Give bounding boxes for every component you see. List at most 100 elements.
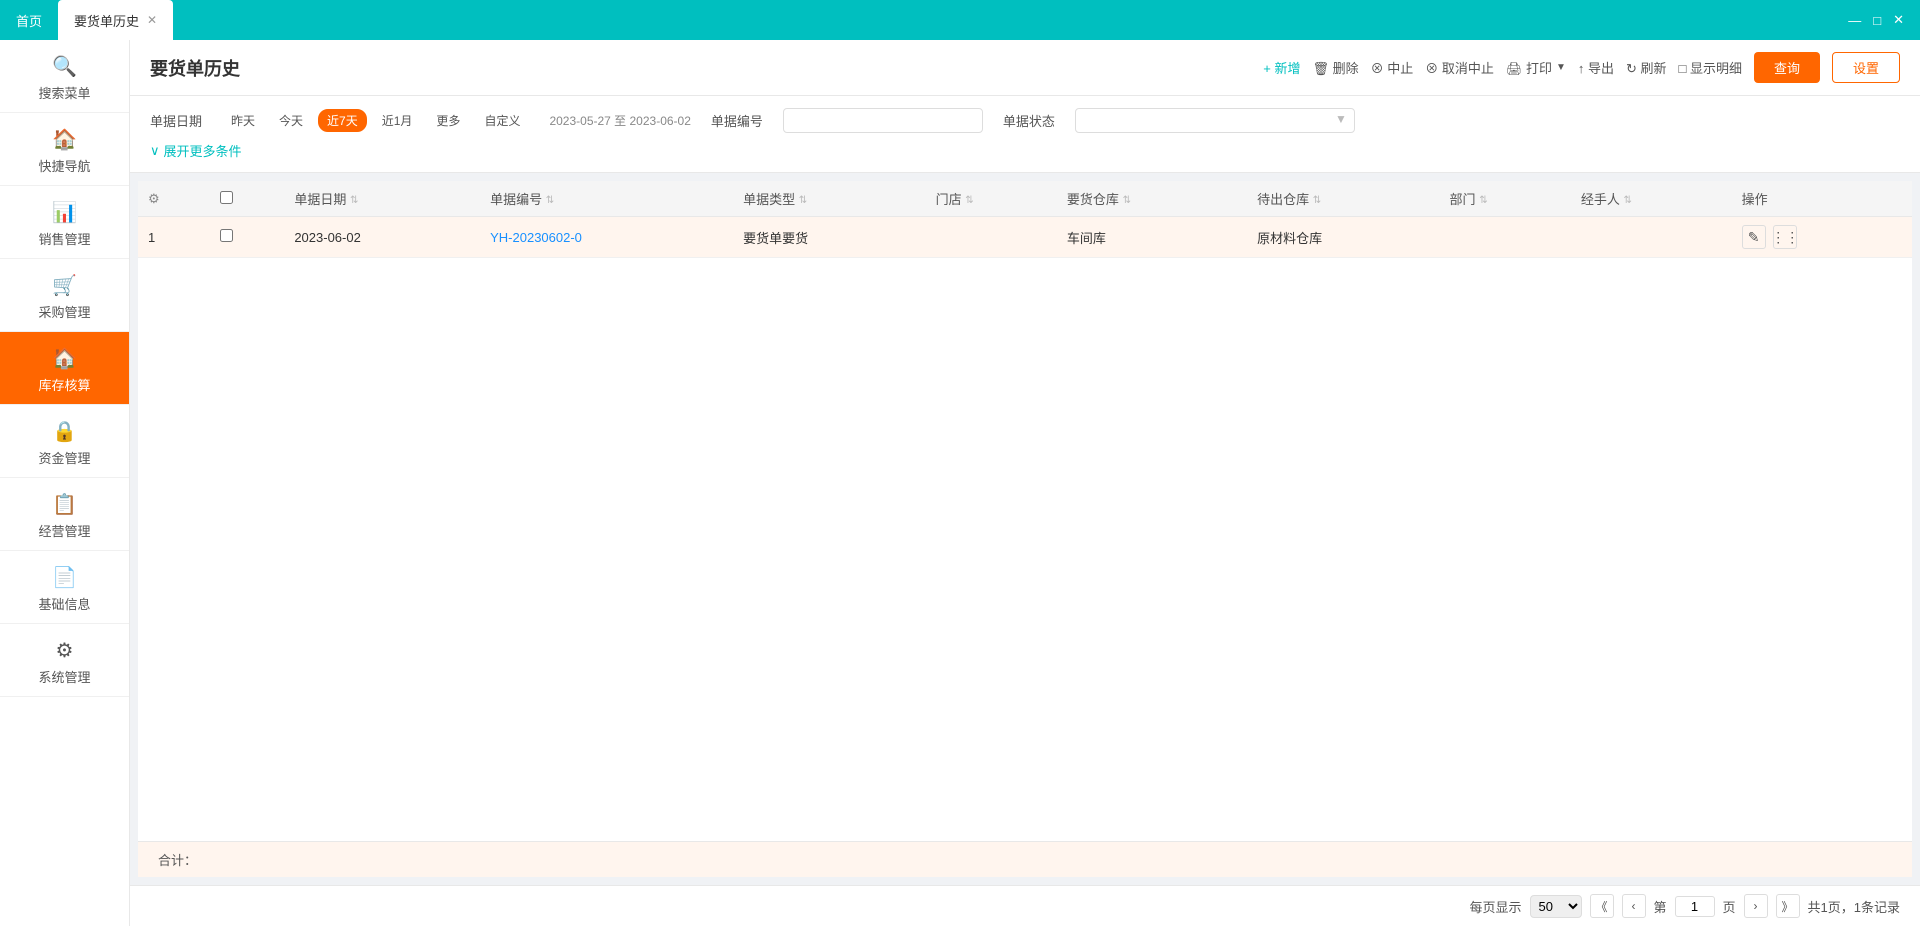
- summary-label: 合计：: [158, 853, 197, 868]
- search-icon: 🔍: [52, 54, 77, 79]
- sidebar-item-inventory[interactable]: 🏠 库存核算: [0, 332, 129, 405]
- table-row: 1 2023-06-02 YH-20230602-0 要货单要货 车间库 原材料…: [138, 217, 1912, 258]
- sales-icon: 📊: [52, 200, 77, 225]
- cancel-stop-button[interactable]: ⊗ 取消中止: [1425, 58, 1494, 77]
- doc-no-label: 单据编号: [711, 111, 763, 130]
- chevron-down-icon: ▼: [1556, 62, 1566, 73]
- doc-status-input[interactable]: [1075, 108, 1355, 133]
- col-date: 单据日期 ⇅: [284, 181, 480, 217]
- date-btn-today[interactable]: 今天: [270, 109, 312, 132]
- display-detail-button[interactable]: □ 显示明细: [1679, 58, 1742, 77]
- content: 要货单历史 + 新增 🗑 删除 ⊗ 中止 ⊗ 取消中止 🖨 打印 ▼: [130, 40, 1920, 926]
- date-btn-1month[interactable]: 近1月: [373, 109, 422, 132]
- doc-no-link[interactable]: YH-20230602-0: [490, 230, 582, 245]
- chevron-down-icon: ∨: [150, 143, 160, 159]
- refresh-button[interactable]: ↻ 刷新: [1626, 58, 1667, 77]
- setting-button[interactable]: 设置: [1832, 52, 1900, 83]
- date-btn-more[interactable]: 更多: [427, 109, 469, 132]
- row-index: 1: [138, 217, 210, 258]
- stop-button[interactable]: ⊗ 中止: [1371, 58, 1414, 77]
- filter-row-1: 单据日期 昨天 今天 近7天 近1月 更多 自定义 2023-05-27 至 2…: [150, 108, 1900, 133]
- page-number-input[interactable]: [1675, 896, 1715, 917]
- home-icon: 🏠: [52, 127, 77, 152]
- page-label: 第: [1654, 897, 1667, 916]
- date-range-display: 2023-05-27 至 2023-06-02: [549, 112, 690, 129]
- minimize-icon[interactable]: —: [1848, 13, 1861, 28]
- row-select-checkbox[interactable]: [220, 229, 233, 242]
- row-req-warehouse: 车间库: [1057, 217, 1247, 258]
- settings-icon[interactable]: ⚙: [148, 191, 160, 206]
- col-req-warehouse: 要货仓库 ⇅: [1057, 181, 1247, 217]
- col-settings[interactable]: ⚙: [138, 181, 210, 217]
- new-button[interactable]: + 新增: [1263, 58, 1300, 77]
- sidebar-item-quick-nav[interactable]: 🏠 快捷导航: [0, 113, 129, 186]
- doc-no-input[interactable]: [783, 108, 983, 133]
- tab-close-icon[interactable]: ✕: [147, 13, 157, 27]
- first-page-button[interactable]: 《: [1590, 894, 1614, 918]
- row-wait-warehouse: 原材料仓库: [1247, 217, 1439, 258]
- top-bar: 首页 要货单历史 ✕ — □ ✕: [0, 0, 1920, 40]
- query-button[interactable]: 查询: [1754, 52, 1820, 83]
- expand-more-button[interactable]: ∨ 展开更多条件: [150, 141, 1900, 160]
- row-actions: ✎ ⋮⋮: [1732, 217, 1912, 258]
- col-action: 操作: [1732, 181, 1912, 217]
- chevron-down-icon: ▼: [1335, 112, 1347, 126]
- row-date: 2023-06-02: [284, 217, 480, 258]
- print-button[interactable]: 🖨 打印 ▼: [1506, 58, 1566, 77]
- sidebar-item-finance[interactable]: 🔒 资金管理: [0, 405, 129, 478]
- close-icon[interactable]: ✕: [1893, 12, 1904, 28]
- date-btn-yesterday[interactable]: 昨天: [222, 109, 264, 132]
- maximize-icon[interactable]: □: [1873, 13, 1881, 28]
- page-suffix: 页: [1723, 897, 1736, 916]
- sort-icon[interactable]: ⇅: [1313, 195, 1321, 206]
- per-page-select[interactable]: 50 100 200: [1530, 895, 1582, 918]
- col-store: 门店 ⇅: [926, 181, 1057, 217]
- sidebar-item-search-menu[interactable]: 🔍 搜索菜单: [0, 40, 129, 113]
- row-dept: [1440, 217, 1571, 258]
- sort-icon[interactable]: ⇅: [546, 195, 554, 206]
- row-doc-no: YH-20230602-0: [480, 217, 733, 258]
- prev-page-button[interactable]: ‹: [1622, 894, 1646, 918]
- table-spacer: [138, 258, 1912, 841]
- sort-icon[interactable]: ⇅: [1123, 195, 1131, 206]
- gear-icon: ⚙: [56, 638, 74, 663]
- edit-icon[interactable]: ✎: [1742, 225, 1766, 249]
- sort-icon[interactable]: ⇅: [799, 195, 807, 206]
- sort-icon[interactable]: ⇅: [1624, 195, 1632, 206]
- date-btn-7days[interactable]: 近7天: [318, 109, 367, 132]
- date-btn-custom[interactable]: 自定义: [475, 109, 529, 132]
- row-doc-type: 要货单要货: [733, 217, 925, 258]
- inventory-icon: 🏠: [52, 346, 77, 371]
- sort-icon[interactable]: ⇅: [350, 195, 358, 206]
- filter-area: 单据日期 昨天 今天 近7天 近1月 更多 自定义 2023-05-27 至 2…: [130, 96, 1920, 173]
- data-table: ⚙ 单据日期 ⇅ 单据编号 ⇅: [138, 181, 1912, 258]
- tab-history[interactable]: 要货单历史 ✕: [58, 0, 173, 40]
- row-checkbox[interactable]: [210, 217, 285, 258]
- lock-icon: 🔒: [52, 419, 77, 444]
- select-all-checkbox[interactable]: [220, 191, 233, 204]
- total-info: 共1页，1条记录: [1808, 897, 1900, 916]
- last-page-button[interactable]: 》: [1776, 894, 1800, 918]
- sidebar-item-sales[interactable]: 📊 销售管理: [0, 186, 129, 259]
- date-label: 单据日期: [150, 111, 202, 130]
- sidebar-item-operations[interactable]: 📋 经营管理: [0, 478, 129, 551]
- row-store: [926, 217, 1057, 258]
- delete-button[interactable]: 🗑 删除: [1312, 58, 1358, 77]
- table-footer: 合计：: [138, 841, 1912, 877]
- sidebar-item-basic-info[interactable]: 📄 基础信息: [0, 551, 129, 624]
- page-header: 要货单历史 + 新增 🗑 删除 ⊗ 中止 ⊗ 取消中止 🖨 打印 ▼: [130, 40, 1920, 96]
- table-header-row: ⚙ 单据日期 ⇅ 单据编号 ⇅: [138, 181, 1912, 217]
- export-button[interactable]: ↑ 导出: [1578, 58, 1614, 77]
- col-handler: 经手人 ⇅: [1571, 181, 1732, 217]
- next-page-button[interactable]: ›: [1744, 894, 1768, 918]
- sort-icon[interactable]: ⇅: [1479, 195, 1487, 206]
- sort-icon[interactable]: ⇅: [965, 195, 973, 206]
- sidebar-item-system[interactable]: ⚙ 系统管理: [0, 624, 129, 697]
- page-title: 要货单历史: [150, 55, 240, 81]
- cart-icon: 🛒: [52, 273, 77, 298]
- sidebar-item-purchase[interactable]: 🛒 采购管理: [0, 259, 129, 332]
- tab-home[interactable]: 首页: [0, 0, 58, 40]
- per-page-label: 每页显示: [1469, 897, 1521, 916]
- more-icon[interactable]: ⋮⋮: [1773, 225, 1797, 249]
- col-checkbox[interactable]: [210, 181, 285, 217]
